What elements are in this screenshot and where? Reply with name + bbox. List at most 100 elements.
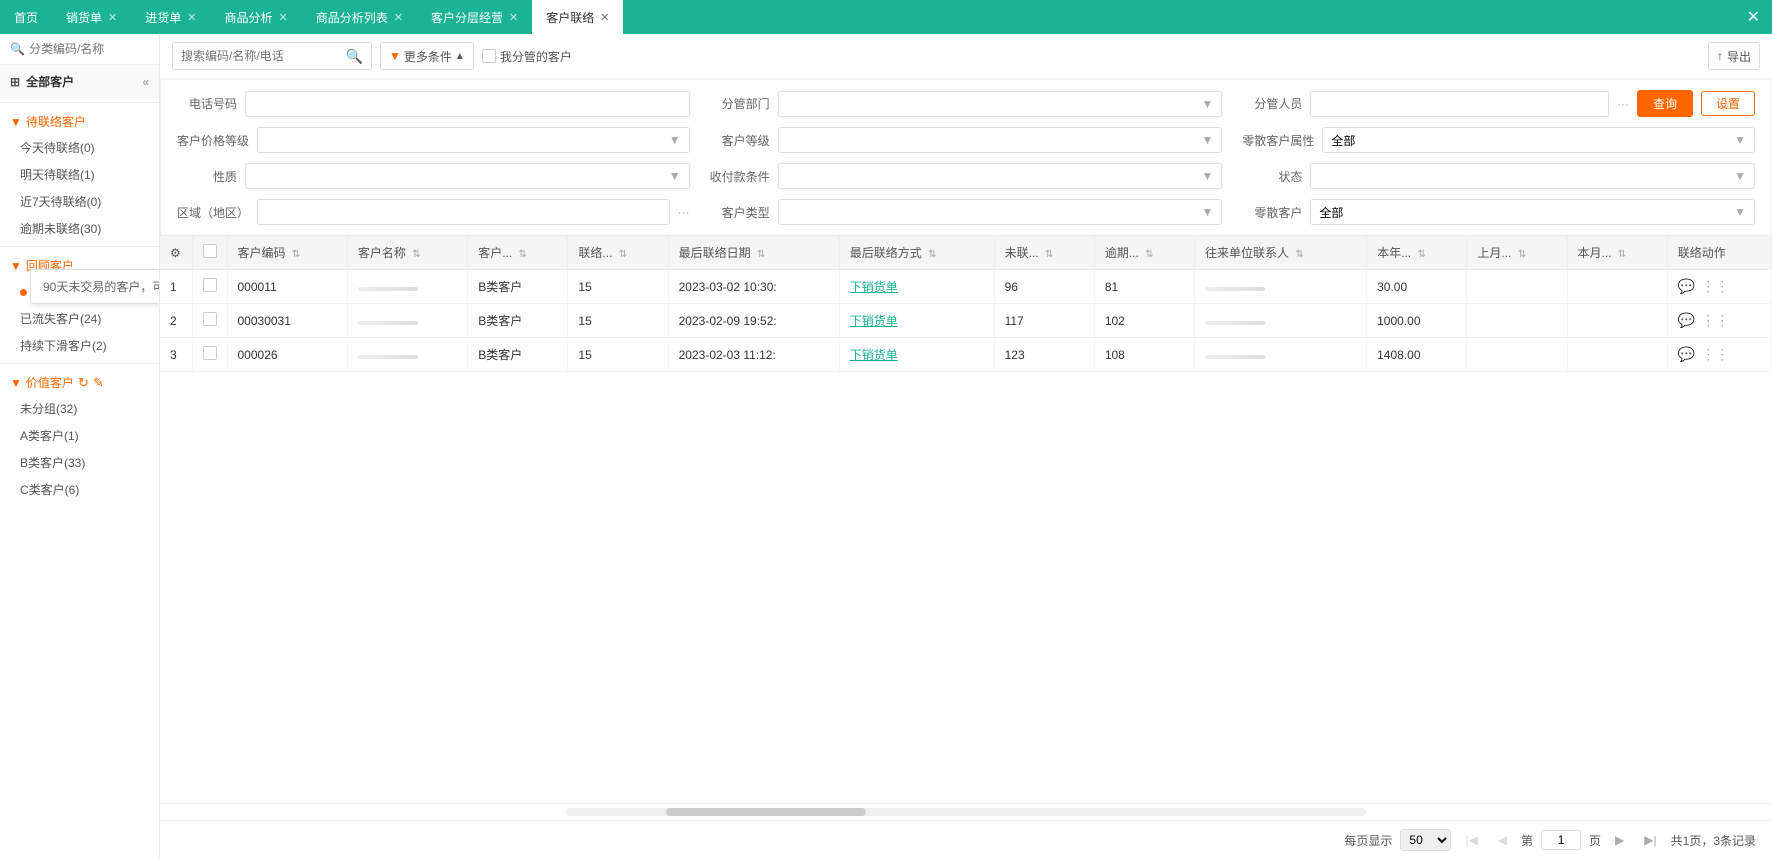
col-unit-contact-sort-icon[interactable]: ⇅	[1295, 249, 1303, 260]
filter-customer-type-select[interactable]: ▼	[778, 199, 1223, 225]
tab-analysis-list-close[interactable]: ✕	[394, 11, 403, 24]
pagination-page-input[interactable]	[1541, 830, 1581, 850]
search-input[interactable]	[181, 49, 346, 63]
cell-checkbox[interactable]	[192, 338, 227, 372]
scrollbar-track[interactable]	[566, 808, 1366, 816]
pagination-nav-next[interactable]: ▶	[1609, 831, 1630, 849]
sidebar-item-class-a[interactable]: A类客户(1)	[0, 422, 159, 449]
row-checkbox[interactable]	[203, 346, 217, 360]
col-contact-sort-icon[interactable]: ⇅	[619, 249, 627, 260]
query-button[interactable]: 查询	[1637, 90, 1693, 117]
tab-purchase[interactable]: 进货单 ✕	[131, 0, 210, 34]
sidebar-item-churn-warning[interactable]: 流失预警客户(3)	[0, 278, 159, 305]
col-this-month-sort-icon[interactable]: ⇅	[1618, 249, 1626, 260]
tab-analysis-list[interactable]: 商品分析列表 ✕	[302, 0, 417, 34]
last-way-link[interactable]: 下销货单	[850, 314, 898, 328]
pagination-nav-first[interactable]: |◀	[1459, 831, 1483, 849]
settings-button[interactable]: 设置	[1701, 91, 1755, 116]
sidebar-group-value[interactable]: ▼ 价值客户 ↻ ✎	[0, 368, 159, 395]
per-page-select[interactable]: 50 100 200	[1400, 829, 1451, 851]
filter-region-input[interactable]	[257, 199, 670, 225]
sidebar-item-class-c[interactable]: C类客户(6)	[0, 476, 159, 503]
pagination-nav-last[interactable]: ▶|	[1638, 831, 1662, 849]
sidebar-group-pending[interactable]: ▼ 待联络客户	[0, 107, 159, 134]
cell-last-way[interactable]: 下销货单	[839, 304, 994, 338]
col-not-contacted-sort-icon[interactable]: ⇅	[1045, 249, 1053, 260]
select-all-checkbox[interactable]	[203, 244, 217, 258]
tab-customer-contact[interactable]: 客户联络 ✕	[532, 0, 623, 34]
sidebar-item-churned[interactable]: 已流失客户(24)	[0, 305, 159, 332]
tab-home[interactable]: 首页	[0, 0, 52, 34]
sidebar-collapse-icon[interactable]: «	[142, 75, 149, 89]
cell-checkbox[interactable]	[192, 270, 227, 304]
tab-analysis[interactable]: 商品分析 ✕	[210, 0, 301, 34]
tab-customer-contact-close[interactable]: ✕	[600, 11, 609, 24]
col-code-sort-icon[interactable]: ⇅	[292, 249, 300, 260]
cell-checkbox[interactable]	[192, 304, 227, 338]
filter-payment-select[interactable]: ▼	[778, 163, 1223, 189]
col-last-date-sort-icon[interactable]: ⇅	[757, 249, 765, 260]
filter-dept-select[interactable]: ▼	[778, 91, 1223, 117]
value-group-edit-icon[interactable]: ✎	[93, 375, 104, 391]
col-settings[interactable]: ⚙	[160, 236, 192, 270]
col-checkbox[interactable]	[192, 236, 227, 270]
sidebar-item-ungroup[interactable]: 未分组(32)	[0, 395, 159, 422]
my-customers-checkbox[interactable]	[482, 49, 496, 63]
col-type-sort-icon[interactable]: ⇅	[519, 249, 527, 260]
value-group-refresh-icon[interactable]: ↻	[78, 375, 89, 391]
last-way-link[interactable]: 下销货单	[850, 280, 898, 294]
tab-purchase-close[interactable]: ✕	[187, 11, 196, 24]
pagination-nav-prev[interactable]: ◀	[1492, 831, 1513, 849]
filter-customer-level-select[interactable]: ▼	[778, 127, 1223, 153]
sidebar-item-overdue[interactable]: 逾期未联络(30)	[0, 215, 159, 242]
cell-last-way[interactable]: 下销货单	[839, 338, 994, 372]
pagination-page-label: 第	[1521, 832, 1533, 849]
action-chat-icon[interactable]: 💬	[1678, 278, 1695, 295]
close-all-tabs-button[interactable]: ✕	[1735, 7, 1772, 27]
sidebar-item-churned-label: 已流失客户(24)	[20, 312, 101, 326]
sidebar-item-tomorrow[interactable]: 明天待联络(1)	[0, 161, 159, 188]
filter-nature-select[interactable]: ▼	[245, 163, 690, 189]
filter-phone-input[interactable]	[245, 91, 690, 117]
tab-customer-segment-close[interactable]: ✕	[509, 11, 518, 24]
filter-manager-more-icon[interactable]: ···	[1617, 97, 1629, 111]
tab-analysis-close[interactable]: ✕	[279, 11, 288, 24]
action-chat-icon[interactable]: 💬	[1678, 312, 1695, 329]
filter-region-more-icon[interactable]: ···	[678, 205, 690, 219]
tab-sales-close[interactable]: ✕	[108, 11, 117, 24]
sidebar-item-7days[interactable]: 近7天待联络(0)	[0, 188, 159, 215]
sidebar-search-input[interactable]	[29, 42, 160, 56]
col-name-sort-icon[interactable]: ⇅	[412, 249, 420, 260]
filter-status-select[interactable]: ▼	[1310, 163, 1755, 189]
export-button[interactable]: ↑ 导出	[1708, 42, 1760, 70]
last-way-link[interactable]: 下销货单	[850, 348, 898, 362]
filter-nature-label: 性质	[177, 168, 237, 185]
horizontal-scrollbar[interactable]	[160, 803, 1772, 820]
action-more-icon[interactable]: ⋮⋮	[1701, 278, 1729, 295]
col-last-way-sort-icon[interactable]: ⇅	[928, 249, 936, 260]
row-checkbox[interactable]	[203, 312, 217, 326]
search-button[interactable]: 🔍	[346, 48, 363, 65]
action-chat-icon[interactable]: 💬	[1678, 346, 1695, 363]
cell-last-way[interactable]: 下销货单	[839, 270, 994, 304]
more-conditions-button[interactable]: ▼ 更多条件 ▲	[380, 42, 474, 70]
col-this-year-sort-icon[interactable]: ⇅	[1417, 249, 1425, 260]
my-customers-toggle[interactable]: 我分管的客户	[482, 48, 572, 65]
filter-zero-attr-select[interactable]: 全部 ▼	[1322, 127, 1755, 153]
sidebar-group-review[interactable]: ▼ 回顾客户 90天未交易的客户，可能有流失风险。	[0, 251, 159, 278]
sidebar-item-declining[interactable]: 持续下滑客户(2)	[0, 332, 159, 359]
filter-zero-customer-select[interactable]: 全部 ▼	[1310, 199, 1755, 225]
scrollbar-thumb[interactable]	[666, 808, 866, 816]
sidebar-item-today[interactable]: 今天待联络(0)	[0, 134, 159, 161]
col-overdue-sort-icon[interactable]: ⇅	[1145, 249, 1153, 260]
action-more-icon[interactable]: ⋮⋮	[1701, 346, 1729, 363]
tab-sales[interactable]: 销货单 ✕	[52, 0, 131, 34]
action-more-icon[interactable]: ⋮⋮	[1701, 312, 1729, 329]
sidebar-item-class-b[interactable]: B类客户(33)	[0, 449, 159, 476]
row-checkbox[interactable]	[203, 278, 217, 292]
col-last-month-sort-icon[interactable]: ⇅	[1518, 249, 1526, 260]
tab-customer-segment[interactable]: 客户分层经营 ✕	[417, 0, 532, 34]
filter-price-level-select[interactable]: ▼	[257, 127, 690, 153]
sidebar-all-customers[interactable]: ⊞ 全部客户 «	[0, 65, 159, 98]
filter-manager-input[interactable]	[1310, 91, 1609, 117]
